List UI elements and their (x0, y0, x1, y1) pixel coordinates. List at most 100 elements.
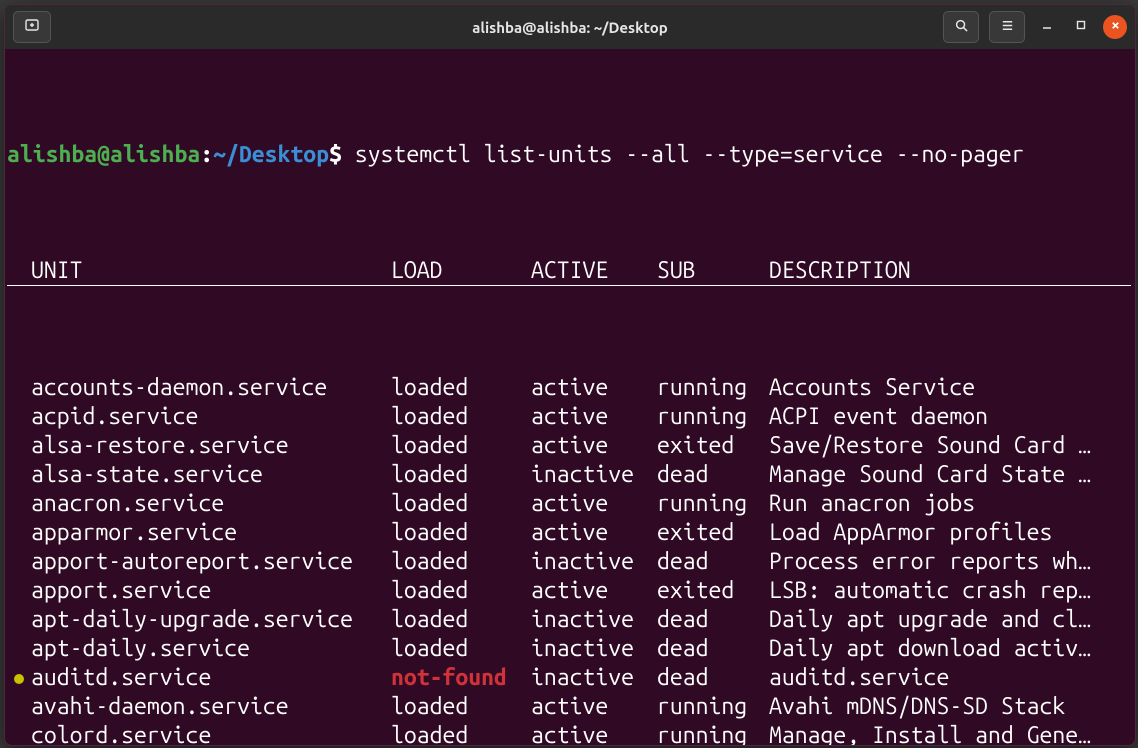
active-cell: active (531, 402, 657, 431)
row-bullet (7, 634, 31, 663)
row-bullet (7, 663, 31, 692)
load-cell: loaded (391, 547, 531, 576)
description-cell: Avahi mDNS/DNS-SD Stack (769, 692, 1131, 721)
titlebar: alishba@alishba: ~/Desktop (5, 5, 1135, 49)
sub-cell: exited (657, 518, 769, 547)
load-cell: loaded (391, 518, 531, 547)
service-row: apport.serviceloadedactiveexitedLSB: aut… (7, 576, 1131, 605)
search-button[interactable] (943, 11, 979, 43)
sub-cell: running (657, 721, 769, 746)
row-bullet (7, 373, 31, 402)
unit-cell: apparmor.service (31, 518, 391, 547)
sub-cell: running (657, 489, 769, 518)
unit-cell: avahi-daemon.service (31, 692, 391, 721)
sub-cell: dead (657, 634, 769, 663)
row-bullet (7, 402, 31, 431)
prompt-path: ~/Desktop (213, 140, 329, 169)
service-row: avahi-daemon.serviceloadedactiverunningA… (7, 692, 1131, 721)
unit-cell: alsa-restore.service (31, 431, 391, 460)
search-icon (954, 13, 969, 42)
minimize-icon (1041, 13, 1053, 42)
load-cell: loaded (391, 373, 531, 402)
service-rows: accounts-daemon.serviceloadedactiverunni… (7, 373, 1131, 746)
maximize-icon (1075, 13, 1087, 42)
active-cell: inactive (531, 460, 657, 489)
unit-cell: apt-daily.service (31, 634, 391, 663)
active-cell: inactive (531, 663, 657, 692)
load-cell: loaded (391, 431, 531, 460)
service-row: apt-daily.serviceloadedinactivedeadDaily… (7, 634, 1131, 663)
sub-cell: running (657, 402, 769, 431)
header-desc: DESCRIPTION (769, 256, 1131, 285)
hamburger-icon (1000, 13, 1015, 42)
terminal-window: alishba@alishba: ~/Desktop (4, 4, 1136, 746)
header-load: LOAD (391, 256, 531, 285)
service-row: acpid.serviceloadedactiverunningACPI eve… (7, 402, 1131, 431)
close-icon (1110, 13, 1121, 42)
active-cell: active (531, 692, 657, 721)
description-cell: Accounts Service (769, 373, 1131, 402)
active-cell: active (531, 373, 657, 402)
service-row: anacron.serviceloadedactiverunningRun an… (7, 489, 1131, 518)
sub-cell: exited (657, 576, 769, 605)
description-cell: Daily apt upgrade and cl… (769, 605, 1131, 634)
description-cell: Process error reports wh… (769, 547, 1131, 576)
row-bullet (7, 692, 31, 721)
load-cell: loaded (391, 460, 531, 489)
sub-cell: dead (657, 605, 769, 634)
terminal-body[interactable]: alishba@alishba : ~/Desktop $ systemctl … (5, 49, 1135, 746)
row-bullet (7, 605, 31, 634)
service-row: apport-autoreport.serviceloadedinactived… (7, 547, 1131, 576)
header-sub: SUB (657, 256, 769, 285)
unit-cell: anacron.service (31, 489, 391, 518)
new-tab-button[interactable] (13, 11, 51, 43)
description-cell: Manage Sound Card State … (769, 460, 1131, 489)
description-cell: Daily apt download activ… (769, 634, 1131, 663)
minimize-button[interactable] (1035, 15, 1059, 39)
service-row: colord.serviceloadedactiverunningManage,… (7, 721, 1131, 746)
prompt-line: alishba@alishba : ~/Desktop $ systemctl … (7, 140, 1131, 169)
service-row: apparmor.serviceloadedactiveexitedLoad A… (7, 518, 1131, 547)
unit-cell: apport-autoreport.service (31, 547, 391, 576)
active-cell: active (531, 518, 657, 547)
new-tab-icon (24, 13, 40, 42)
row-bullet (7, 547, 31, 576)
close-button[interactable] (1103, 15, 1127, 39)
active-cell: active (531, 721, 657, 746)
load-cell: not-found (391, 663, 531, 692)
description-cell: Save/Restore Sound Card … (769, 431, 1131, 460)
row-bullet (7, 460, 31, 489)
unit-cell: apport.service (31, 576, 391, 605)
active-cell: active (531, 576, 657, 605)
row-bullet (7, 489, 31, 518)
header-bullet (7, 256, 31, 285)
sub-cell: running (657, 373, 769, 402)
service-row: auditd.servicenot-foundinactivedeadaudit… (7, 663, 1131, 692)
description-cell: Run anacron jobs (769, 489, 1131, 518)
unit-cell: acpid.service (31, 402, 391, 431)
service-row: accounts-daemon.serviceloadedactiverunni… (7, 373, 1131, 402)
header-row: UNIT LOAD ACTIVE SUB DESCRIPTION (7, 256, 1131, 286)
menu-button[interactable] (989, 11, 1025, 43)
load-cell: loaded (391, 489, 531, 518)
description-cell: ACPI event daemon (769, 402, 1131, 431)
sub-cell: exited (657, 431, 769, 460)
active-cell: inactive (531, 547, 657, 576)
active-cell: inactive (531, 634, 657, 663)
unit-cell: accounts-daemon.service (31, 373, 391, 402)
load-cell: loaded (391, 605, 531, 634)
maximize-button[interactable] (1069, 15, 1093, 39)
row-bullet (7, 576, 31, 605)
active-cell: active (531, 431, 657, 460)
active-cell: active (531, 489, 657, 518)
load-cell: loaded (391, 692, 531, 721)
service-row: apt-daily-upgrade.serviceloadedinactived… (7, 605, 1131, 634)
unit-cell: alsa-state.service (31, 460, 391, 489)
unit-cell: apt-daily-upgrade.service (31, 605, 391, 634)
bullet-icon (14, 674, 24, 684)
description-cell: Load AppArmor profiles (769, 518, 1131, 547)
load-cell: loaded (391, 402, 531, 431)
sub-cell: dead (657, 460, 769, 489)
active-cell: inactive (531, 605, 657, 634)
load-cell: loaded (391, 576, 531, 605)
